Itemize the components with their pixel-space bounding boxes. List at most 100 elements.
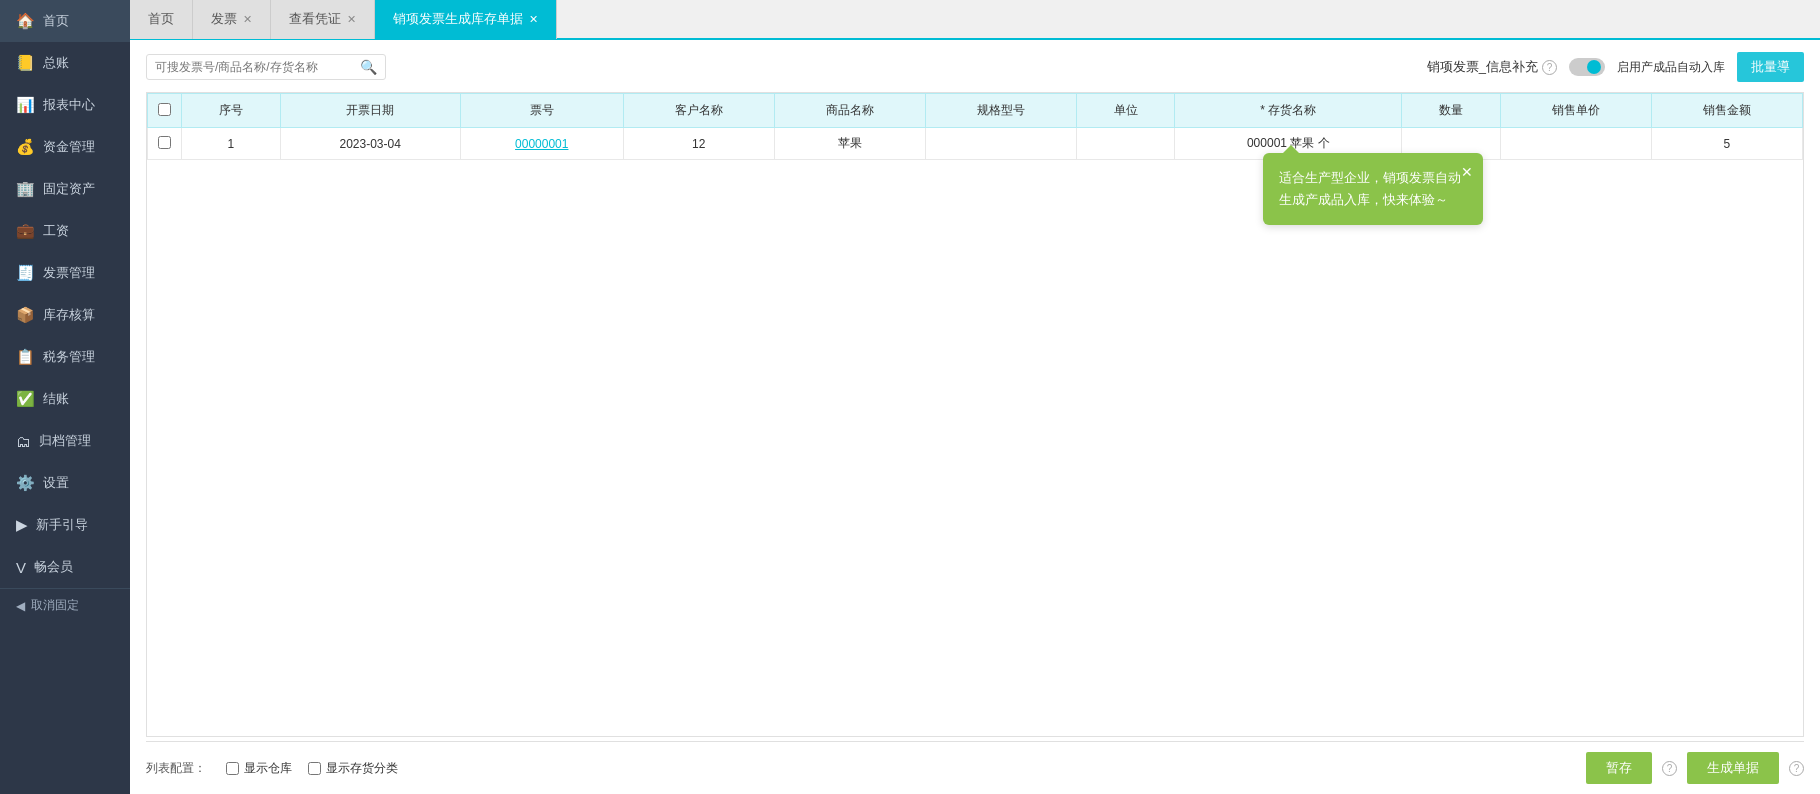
save-help-icon[interactable]: ? <box>1662 761 1677 776</box>
sidebar-item-label: 结账 <box>43 390 69 408</box>
col-qty: 数量 <box>1402 94 1501 128</box>
row-checkbox-cell[interactable] <box>148 128 182 160</box>
gear-icon: ⚙️ <box>16 474 35 492</box>
sidebar-item-fixed-assets[interactable]: 🏢 固定资产 <box>0 168 130 210</box>
search-box[interactable]: 🔍 <box>146 54 386 80</box>
toolbar: 🔍 销项发票_信息补充 ? 启用产成品自动入库 批量導 <box>146 52 1804 82</box>
guide-icon: ▶ <box>16 516 28 534</box>
batch-button[interactable]: 批量導 <box>1737 52 1804 82</box>
sidebar-item-settlement[interactable]: ✅ 结账 <box>0 378 130 420</box>
sidebar-item-funds[interactable]: 💰 资金管理 <box>0 126 130 168</box>
table-row: 1 2023-03-04 00000001 12 苹果 000001 苹果 个 … <box>148 128 1803 160</box>
cell-product: 苹果 <box>774 128 925 160</box>
tab-voucher-close[interactable]: ✕ <box>347 13 356 26</box>
info-icon[interactable]: ? <box>1542 60 1557 75</box>
sidebar-item-label: 工资 <box>43 222 69 240</box>
sidebar-item-label: 发票管理 <box>43 264 95 282</box>
sidebar-item-invoice-mgmt[interactable]: 🧾 发票管理 <box>0 252 130 294</box>
sidebar-item-ledger[interactable]: 📒 总账 <box>0 42 130 84</box>
tooltip-text: 适合生产型企业，销项发票自动生成产成品入库，快来体验～ <box>1279 170 1461 207</box>
cell-ticket-no[interactable]: 00000001 <box>460 128 623 160</box>
collapse-label: 取消固定 <box>31 597 79 614</box>
tab-voucher[interactable]: 查看凭证 ✕ <box>271 0 375 39</box>
sidebar: 🏠 首页 📒 总账 📊 报表中心 💰 资金管理 🏢 固定资产 💼 工资 🧾 发票… <box>0 0 130 794</box>
sidebar-item-inventory[interactable]: 📦 库存核算 <box>0 294 130 336</box>
payroll-icon: 💼 <box>16 222 35 240</box>
bottom-actions: 暂存 ? 生成单据 ? <box>1586 752 1804 784</box>
collapse-icon: ◀ <box>16 599 25 613</box>
invoice-icon: 🧾 <box>16 264 35 282</box>
sidebar-item-label: 总账 <box>43 54 69 72</box>
auto-warehousing-toggle[interactable] <box>1569 58 1605 76</box>
sidebar-item-label: 报表中心 <box>43 96 95 114</box>
show-warehouse-checkbox[interactable] <box>226 762 239 775</box>
col-spec: 规格型号 <box>925 94 1076 128</box>
archive-icon: 🗂 <box>16 433 31 450</box>
tab-bar: 首页 发票 ✕ 查看凭证 ✕ 销项发票生成库存单据 ✕ <box>130 0 1820 40</box>
cell-customer: 12 <box>623 128 774 160</box>
tooltip-close-btn[interactable]: ✕ <box>1461 161 1473 185</box>
show-category-label: 显示存货分类 <box>326 760 398 777</box>
inventory-icon: 📦 <box>16 306 35 324</box>
col-unit: 单位 <box>1076 94 1175 128</box>
vip-icon: V <box>16 559 26 576</box>
sidebar-item-label: 畅会员 <box>34 558 73 576</box>
show-warehouse-label: 显示仓库 <box>244 760 292 777</box>
tooltip-popup: ✕ 适合生产型企业，销项发票自动生成产成品入库，快来体验～ <box>1263 153 1483 225</box>
save-button[interactable]: 暂存 <box>1586 752 1652 784</box>
tax-icon: 📋 <box>16 348 35 366</box>
sidebar-item-guide[interactable]: ▶ 新手引导 <box>0 504 130 546</box>
col-amount: 销售金额 <box>1651 94 1802 128</box>
data-table-wrap: 序号 开票日期 票号 客户名称 商品名称 规格型号 单位 * 存货名称 数量 销… <box>146 92 1804 737</box>
sidebar-item-label: 资金管理 <box>43 138 95 156</box>
fixed-assets-icon: 🏢 <box>16 180 35 198</box>
home-icon: 🏠 <box>16 12 35 30</box>
data-table: 序号 开票日期 票号 客户名称 商品名称 规格型号 单位 * 存货名称 数量 销… <box>147 93 1803 160</box>
cell-amount: 5 <box>1651 128 1802 160</box>
tab-invoice[interactable]: 发票 ✕ <box>193 0 271 39</box>
col-inventory: * 存货名称 <box>1175 94 1402 128</box>
tab-invoice-label: 发票 <box>211 10 237 28</box>
show-category-checkbox-item[interactable]: 显示存货分类 <box>308 760 398 777</box>
funds-icon: 💰 <box>16 138 35 156</box>
select-all-header[interactable] <box>148 94 182 128</box>
toggle-thumb <box>1587 60 1601 74</box>
sidebar-item-label: 固定资产 <box>43 180 95 198</box>
sidebar-item-settings[interactable]: ⚙️ 设置 <box>0 462 130 504</box>
tab-home-label: 首页 <box>148 10 174 28</box>
ledger-icon: 📒 <box>16 54 35 72</box>
tab-cancel-invoice[interactable]: 销项发票生成库存单据 ✕ <box>375 0 557 39</box>
cell-unit-price <box>1500 128 1651 160</box>
col-product: 商品名称 <box>774 94 925 128</box>
tab-home[interactable]: 首页 <box>130 0 193 39</box>
sidebar-item-label: 归档管理 <box>39 432 91 450</box>
cell-spec <box>925 128 1076 160</box>
sidebar-item-tax[interactable]: 📋 税务管理 <box>0 336 130 378</box>
sidebar-item-vip[interactable]: V 畅会员 <box>0 546 130 588</box>
tab-invoice-close[interactable]: ✕ <box>243 13 252 26</box>
select-all-checkbox[interactable] <box>158 103 171 116</box>
main-area: 首页 发票 ✕ 查看凭证 ✕ 销项发票生成库存单据 ✕ 🔍 销项发票_信息补充 <box>130 0 1820 794</box>
sidebar-item-reports[interactable]: 📊 报表中心 <box>0 84 130 126</box>
col-date: 开票日期 <box>280 94 460 128</box>
col-ticket-no: 票号 <box>460 94 623 128</box>
tab-voucher-label: 查看凭证 <box>289 10 341 28</box>
sidebar-item-label: 库存核算 <box>43 306 95 324</box>
cell-unit <box>1076 128 1175 160</box>
row-checkbox[interactable] <box>158 136 171 149</box>
sidebar-item-label: 首页 <box>43 12 69 30</box>
generate-help-icon[interactable]: ? <box>1789 761 1804 776</box>
sidebar-item-payroll[interactable]: 💼 工资 <box>0 210 130 252</box>
tab-cancel-invoice-close[interactable]: ✕ <box>529 13 538 26</box>
generate-button[interactable]: 生成单据 <box>1687 752 1779 784</box>
show-warehouse-checkbox-item[interactable]: 显示仓库 <box>226 760 292 777</box>
cell-seq: 1 <box>182 128 281 160</box>
sidebar-item-home[interactable]: 🏠 首页 <box>0 0 130 42</box>
reports-icon: 📊 <box>16 96 35 114</box>
sidebar-item-label: 设置 <box>43 474 69 492</box>
show-category-checkbox[interactable] <box>308 762 321 775</box>
search-input[interactable] <box>155 60 354 74</box>
sidebar-collapse-btn[interactable]: ◀ 取消固定 <box>0 588 130 622</box>
sidebar-item-archive[interactable]: 🗂 归档管理 <box>0 420 130 462</box>
tab-cancel-invoice-label: 销项发票生成库存单据 <box>393 10 523 28</box>
